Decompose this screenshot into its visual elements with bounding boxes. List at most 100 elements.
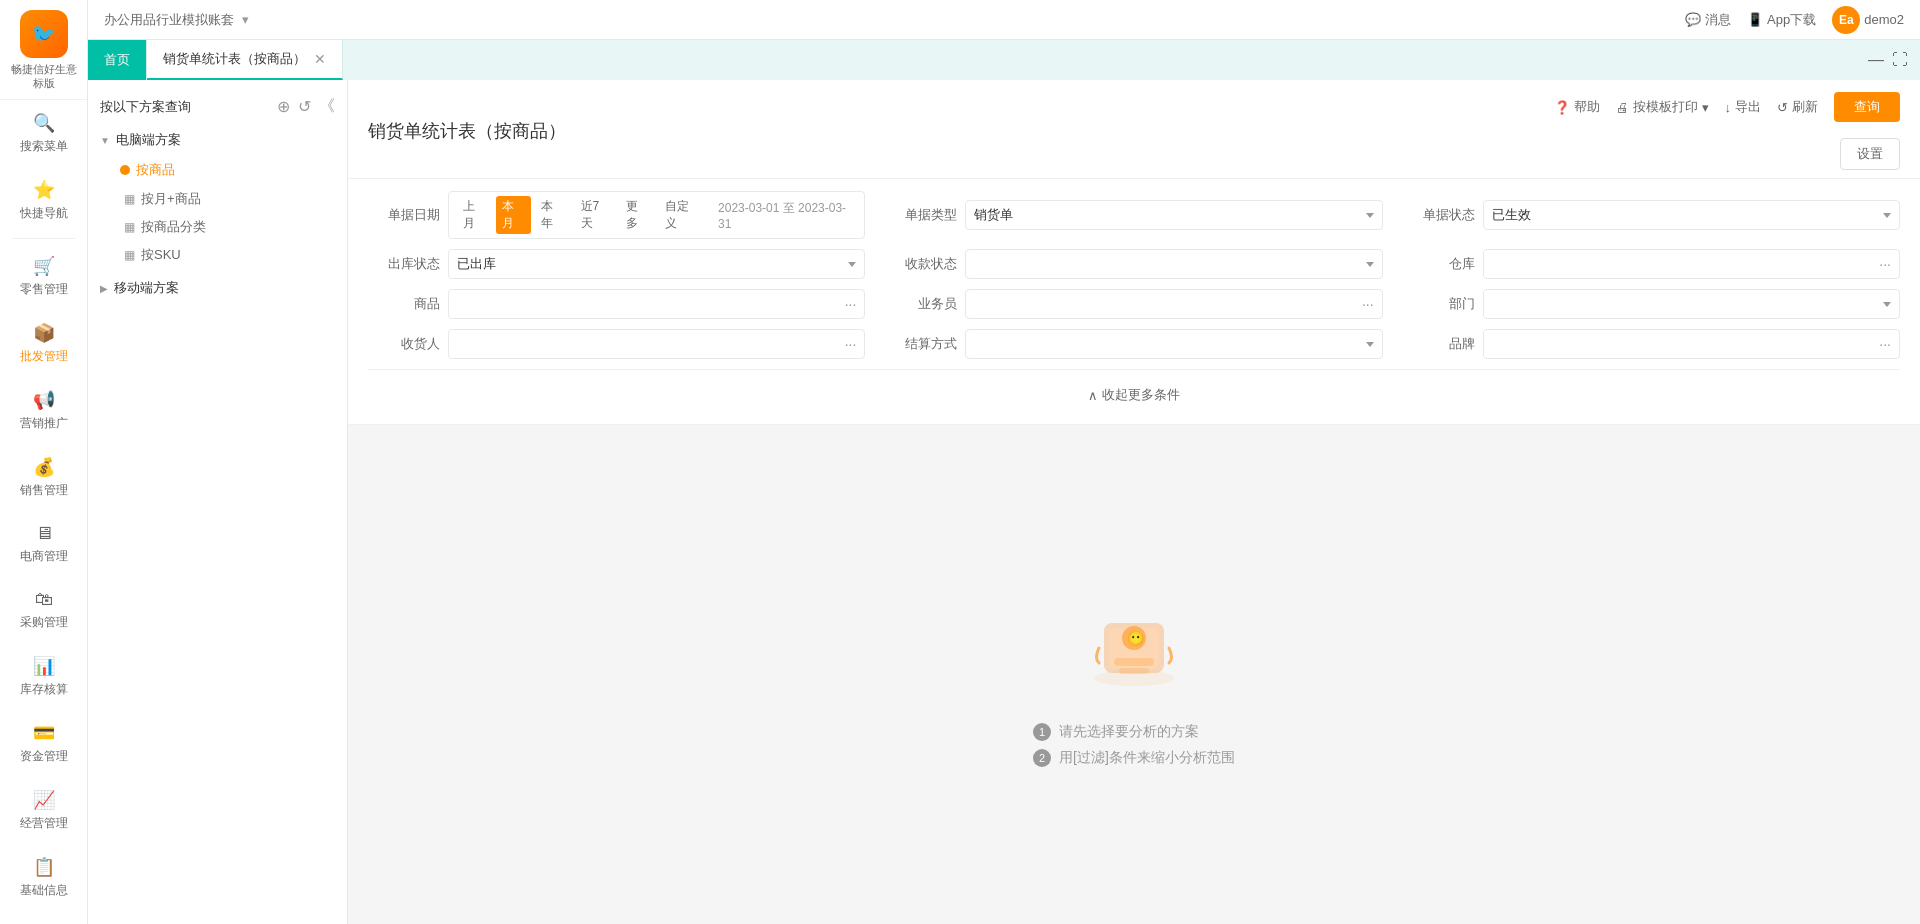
logo-icon: 🐦: [20, 10, 68, 58]
date-tab-prev-month[interactable]: 上月: [457, 196, 492, 234]
export-btn[interactable]: ↓ 导出: [1725, 98, 1762, 116]
brand-control[interactable]: ···: [1483, 329, 1900, 359]
search-icon: 🔍: [33, 112, 55, 134]
out-status-label: 出库状态: [368, 255, 448, 273]
sidebar-item-system[interactable]: ⚙ 系统管理: [0, 911, 87, 924]
tab-minimize-btn[interactable]: —: [1868, 51, 1884, 69]
basic-icon: 📋: [33, 856, 55, 878]
receiver-label: 收货人: [368, 335, 448, 353]
print-icon: 🖨: [1616, 100, 1629, 115]
user-area[interactable]: Ea demo2: [1832, 6, 1904, 34]
sidebar-item-search[interactable]: 🔍 搜索菜单: [0, 100, 87, 167]
doc-type-chevron: [1366, 213, 1374, 218]
product-dots[interactable]: ···: [845, 296, 857, 312]
receiver-dots[interactable]: ···: [845, 336, 857, 352]
date-label: 单据日期: [368, 206, 448, 224]
sidebar-item-nav[interactable]: ⭐ 快捷导航: [0, 167, 87, 234]
sidebar-item-wholesale[interactable]: 📦 批发管理: [0, 310, 87, 377]
filter-brand: 品牌 ···: [1403, 329, 1900, 359]
sidebar-item-basic[interactable]: 📋 基础信息: [0, 844, 87, 911]
filter-department: 部门: [1403, 289, 1900, 319]
message-btn[interactable]: 💬 消息: [1685, 11, 1731, 29]
warehouse-control[interactable]: ···: [1483, 249, 1900, 279]
out-status-value: 已出库: [457, 255, 844, 273]
tree-item-by-product[interactable]: 按商品: [88, 155, 347, 185]
sidebar-item-finance[interactable]: 💳 资金管理: [0, 710, 87, 777]
inventory-icon: 📊: [33, 655, 55, 677]
query-button[interactable]: 查询: [1834, 92, 1900, 122]
sidebar-menu: 🔍 搜索菜单 ⭐ 快捷导航 🛒 零售管理 📦 批发管理 📢 营销推广 💰 销售管…: [0, 100, 87, 924]
date-tab-this-month[interactable]: 本月: [496, 196, 531, 234]
date-tab-7days[interactable]: 近7天: [575, 196, 617, 234]
print-btn[interactable]: 🖨 按模板打印 ▾: [1616, 98, 1709, 116]
sidebar-item-inventory[interactable]: 📊 库存核算: [0, 643, 87, 710]
empty-step-2: 2 用[过滤]条件来缩小分析范围: [1033, 749, 1235, 767]
svg-rect-6: [1119, 668, 1149, 674]
collapse-filters-btn[interactable]: ∧ 收起更多条件: [368, 378, 1900, 412]
breadcrumb-dropdown[interactable]: ▾: [242, 12, 249, 27]
management-icon: 📈: [33, 789, 55, 811]
logo-area: 🐦 畅捷信好生意 标版: [0, 0, 87, 100]
category-icon: ▦: [124, 220, 135, 234]
warehouse-dots[interactable]: ···: [1879, 256, 1891, 272]
recv-status-control[interactable]: [965, 249, 1382, 279]
app-icon: 📱: [1747, 12, 1763, 27]
brand-dots[interactable]: ···: [1879, 336, 1891, 352]
sidebar-item-sales[interactable]: 💰 销售管理: [0, 444, 87, 511]
product-control[interactable]: ···: [448, 289, 865, 319]
help-btn[interactable]: ❓ 帮助: [1554, 98, 1600, 116]
sidebar-item-purchase[interactable]: 🛍 采购管理: [0, 577, 87, 643]
tree-item-by-sku[interactable]: ▦ 按SKU: [88, 241, 347, 269]
tab-close-btn[interactable]: ✕: [314, 51, 326, 67]
tree-mobile-scheme[interactable]: ▶ 移动端方案: [88, 273, 347, 303]
date-tab-this-year[interactable]: 本年: [535, 196, 570, 234]
app-download-btn[interactable]: 📱 App下载: [1747, 11, 1816, 29]
collapse-panel-btn[interactable]: 《: [319, 96, 335, 117]
tab-home[interactable]: 首页: [88, 40, 147, 80]
filter-payment: 结算方式: [885, 329, 1382, 359]
sidebar-item-retail[interactable]: 🛒 零售管理: [0, 243, 87, 310]
message-icon: 💬: [1685, 12, 1701, 27]
doc-status-control[interactable]: 已生效: [1483, 200, 1900, 230]
mobile-scheme-label: 移动端方案: [114, 279, 179, 297]
payment-control[interactable]: [965, 329, 1382, 359]
step-1-num: 1: [1033, 723, 1051, 741]
refresh-btn[interactable]: ↺ 刷新: [1777, 98, 1818, 116]
sidebar-item-management[interactable]: 📈 经营管理: [0, 777, 87, 844]
sidebar-item-marketing[interactable]: 📢 营销推广: [0, 377, 87, 444]
tree-item-by-month-product[interactable]: ▦ 按月+商品: [88, 185, 347, 213]
tree-item-by-category[interactable]: ▦ 按商品分类: [88, 213, 347, 241]
settings-button[interactable]: 设置: [1840, 138, 1900, 170]
print-dropdown-icon[interactable]: ▾: [1702, 100, 1709, 115]
out-status-control[interactable]: 已出库: [448, 249, 865, 279]
tree-pc-scheme[interactable]: ▼ 电脑端方案: [88, 125, 347, 155]
header-left: 办公用品行业模拟账套 ▾: [104, 11, 249, 29]
date-control[interactable]: 上月 本月 本年 近7天 更多 自定义 2023-03-01 至 2023-03…: [448, 191, 865, 239]
sales-icon: 💰: [33, 456, 55, 478]
tab-bar-actions: — ⛶: [1868, 51, 1920, 69]
tab-maximize-btn[interactable]: ⛶: [1892, 51, 1908, 69]
salesperson-dots[interactable]: ···: [1362, 296, 1374, 312]
left-panel-actions: ⊕ ↺ 《: [277, 96, 335, 117]
doc-type-value: 销货单: [974, 206, 1361, 224]
step-2-text: 用[过滤]条件来缩小分析范围: [1059, 749, 1235, 767]
date-tab-custom[interactable]: 自定义: [659, 196, 706, 234]
doc-type-control[interactable]: 销货单: [965, 200, 1382, 230]
salesperson-control[interactable]: ···: [965, 289, 1382, 319]
refresh-scheme-btn[interactable]: ↺: [298, 97, 311, 116]
add-scheme-btn[interactable]: ⊕: [277, 97, 290, 116]
content-area: 按以下方案查询 ⊕ ↺ 《 ▼ 电脑端方案 按商品 ▦ 按月+商品 ▦: [88, 80, 1920, 924]
sidebar-item-ecommerce[interactable]: 🖥 电商管理: [0, 511, 87, 577]
tab-active[interactable]: 销货单统计表（按商品） ✕: [147, 40, 343, 80]
salesperson-label: 业务员: [885, 295, 965, 313]
department-control[interactable]: [1483, 289, 1900, 319]
date-range-text: 2023-03-01 至 2023-03-31: [718, 200, 856, 231]
filter-doc-type: 单据类型 销货单: [885, 200, 1382, 230]
header-right: 💬 消息 📱 App下载 Ea demo2: [1685, 6, 1904, 34]
right-main: 销货单统计表（按商品） ❓ 帮助 🖨 按模板打印 ▾ ↓: [348, 80, 1920, 924]
out-status-chevron: [848, 262, 856, 267]
date-tab-more[interactable]: 更多: [620, 196, 655, 234]
receiver-control[interactable]: ···: [448, 329, 865, 359]
filter-out-status: 出库状态 已出库: [368, 249, 865, 279]
recv-status-label: 收款状态: [885, 255, 965, 273]
